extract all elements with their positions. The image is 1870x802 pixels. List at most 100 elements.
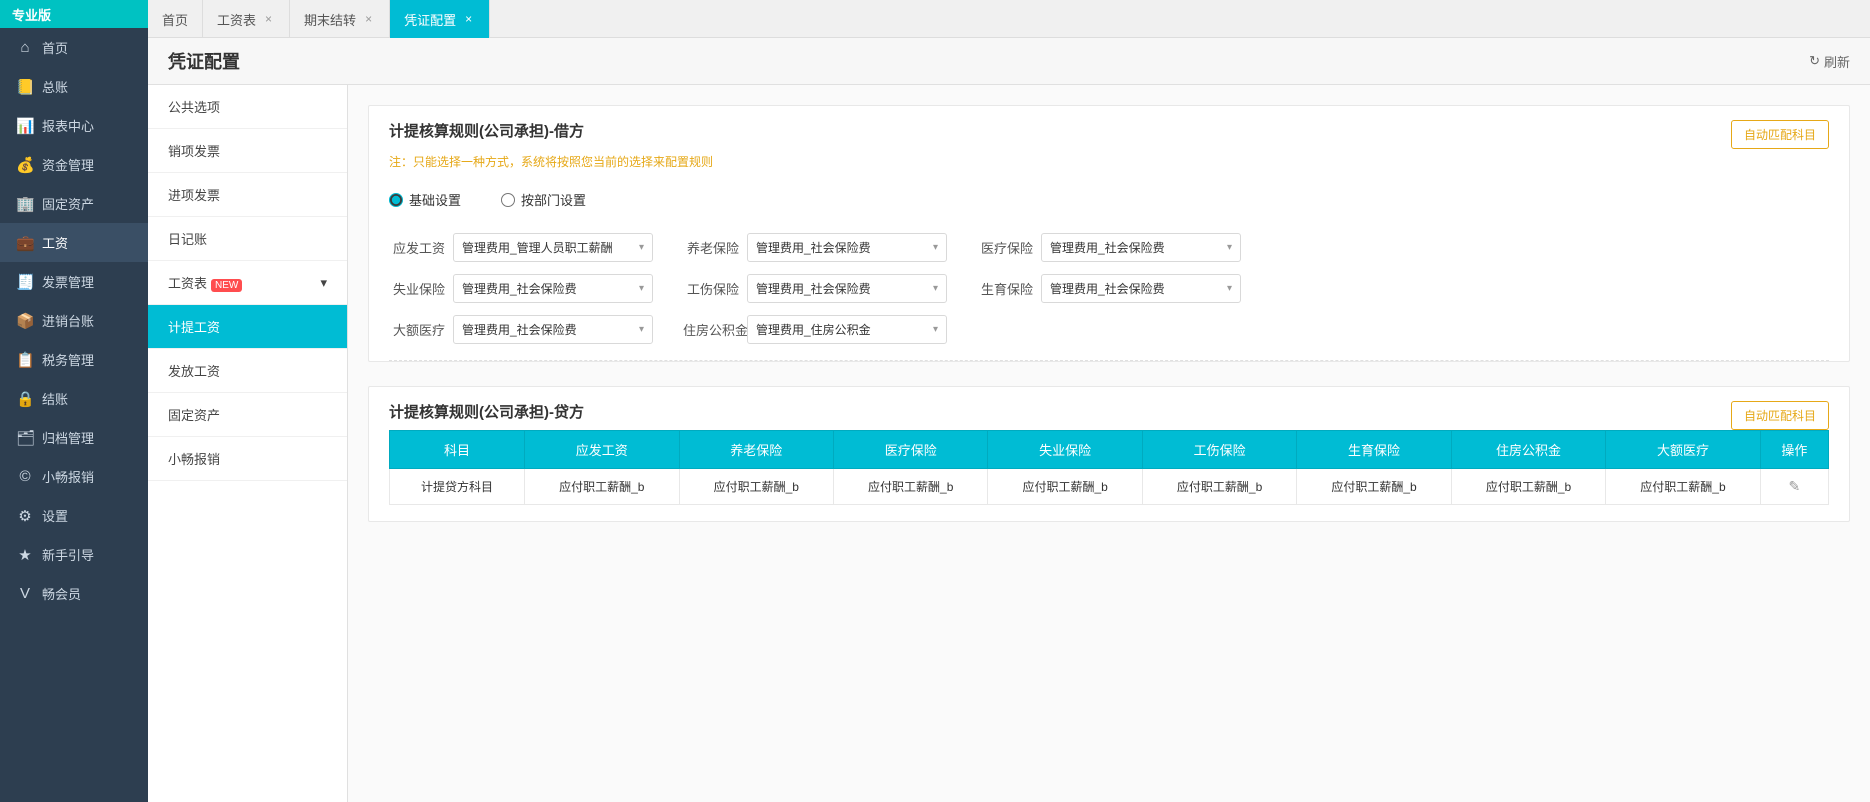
sidebar-item-home[interactable]: ⌂首页	[0, 28, 148, 67]
sidebar-label-invoice: 发票管理	[42, 272, 94, 291]
auto-match-debit-button[interactable]: 自动匹配科目	[1731, 120, 1829, 149]
section-debit-header: 计提核算规则(公司承担)-借方 自动匹配科目	[369, 106, 1849, 149]
menu-item-journal[interactable]: 日记账	[148, 217, 347, 261]
sidebar-item-close[interactable]: 🔒结账	[0, 379, 148, 418]
tab-salary-table[interactable]: 工资表 ×	[203, 0, 290, 38]
xiaochang-icon: ©	[16, 468, 34, 485]
sidebar-item-settings[interactable]: ⚙设置	[0, 496, 148, 535]
arrow-icon-salary-table-menu: ▾	[320, 275, 327, 291]
cell-action-0[interactable]: ✎	[1760, 469, 1828, 505]
sidebar-item-tax[interactable]: 📋税务管理	[0, 340, 148, 379]
main-area: 首页工资表×期末结转×凭证配置× 凭证配置 ↻ 刷新 公共选项销项发票进项发票日…	[148, 0, 1870, 802]
field-select-0-2[interactable]: 管理费用_社会保险费 ▾	[1041, 233, 1241, 262]
tab-period-close[interactable]: 期末结转 ×	[290, 0, 390, 38]
menu-item-salary-table-menu[interactable]: 工资表NEW▾	[148, 261, 347, 305]
tab-close-period-close[interactable]: ×	[362, 11, 375, 27]
field-label-2-0: 大额医疗	[389, 320, 445, 339]
form-field-1-1: 工伤保险 管理费用_社会保险费 ▾	[683, 274, 947, 303]
field-label-0-2: 医疗保险	[977, 238, 1033, 257]
tab-close-voucher-config[interactable]: ×	[462, 11, 475, 27]
menu-item-purchase-invoice[interactable]: 进项发票	[148, 173, 347, 217]
chevron-down-icon: ▾	[639, 283, 644, 294]
menu-label-fixed-assets: 固定资产	[168, 405, 220, 424]
tab-close-salary-table[interactable]: ×	[262, 11, 275, 27]
menu-label-sales-invoice: 销项发票	[168, 141, 220, 160]
sidebar-label-member: 畅会员	[42, 584, 81, 603]
menu-label-xiaochang-report: 小畅报销	[168, 449, 220, 468]
edit-icon-0[interactable]: ✎	[1788, 478, 1800, 494]
field-select-0-1[interactable]: 管理费用_社会保险费 ▾	[747, 233, 947, 262]
radio-dept-setup[interactable]: 按部门设置	[501, 190, 586, 209]
cell-value-0-0: 应付职工薪酬_b	[525, 469, 679, 505]
field-label-0-0: 应发工资	[389, 238, 445, 257]
col-header-应发工资: 应发工资	[525, 431, 679, 469]
col-header-科目: 科目	[390, 431, 525, 469]
section-debit-note: 注：只能选择一种方式，系统将按照您当前的选择来配置规则	[369, 149, 1849, 182]
col-header-医疗保险: 医疗保险	[833, 431, 987, 469]
radio-group-debit: 基础设置 按部门设置	[369, 182, 1849, 225]
tab-label-salary-table: 工资表	[217, 10, 256, 29]
sidebar-item-reports[interactable]: 📊报表中心	[0, 106, 148, 145]
cell-subject-0: 计提贷方科目	[390, 469, 525, 505]
cell-value-0-5: 应付职工薪酬_b	[1297, 469, 1451, 505]
field-select-1-2[interactable]: 管理费用_社会保险费 ▾	[1041, 274, 1241, 303]
menu-item-xiaochang-report[interactable]: 小畅报销	[148, 437, 347, 481]
invoice-icon: 🧾	[16, 273, 34, 291]
stock-icon: 📦	[16, 312, 34, 330]
guide-icon: ★	[16, 546, 34, 564]
sidebar-label-xiaochang: 小畅报销	[42, 467, 94, 486]
sidebar-item-invoice[interactable]: 🧾 发票管理	[0, 262, 148, 301]
field-select-0-0[interactable]: 管理费用_管理人员职工薪酬 ▾	[453, 233, 653, 262]
sidebar-item-xiaochang[interactable]: © 小畅报销	[0, 457, 148, 496]
left-menu: 公共选项销项发票进项发票日记账工资表NEW▾计提工资发放工资固定资产小畅报销	[148, 85, 348, 802]
menu-label-pay-salary: 发放工资	[168, 361, 220, 380]
sidebar-item-salary[interactable]: 💼工资	[0, 223, 148, 262]
page-title: 凭证配置	[168, 48, 240, 74]
sidebar-item-stock[interactable]: 📦 进销台账	[0, 301, 148, 340]
menu-item-sales-invoice[interactable]: 销项发票	[148, 129, 347, 173]
salary-icon: 💼	[16, 234, 34, 252]
home-icon: ⌂	[16, 39, 34, 56]
tab-voucher-config[interactable]: 凭证配置×	[390, 0, 490, 38]
close-icon: 🔒	[16, 390, 34, 408]
field-label-2-1: 住房公积金	[683, 320, 739, 339]
tab-label-period-close: 期末结转	[304, 10, 356, 29]
sidebar-item-guide[interactable]: ★ 新手引导	[0, 535, 148, 574]
auto-match-credit-button[interactable]: 自动匹配科目	[1731, 401, 1829, 430]
ledger-icon: 📒	[16, 78, 34, 96]
sidebar-item-funds[interactable]: 💰资金管理	[0, 145, 148, 184]
field-select-2-1[interactable]: 管理费用_住房公积金 ▾	[747, 315, 947, 344]
tab-home[interactable]: 首页	[148, 0, 203, 38]
form-row-0: 应发工资 管理费用_管理人员职工薪酬 ▾ 养老保险 管理费用_社会保险费 ▾ 医…	[389, 233, 1829, 262]
tab-bar: 首页工资表×期末结转×凭证配置×	[148, 0, 1870, 38]
menu-item-calc-salary[interactable]: 计提工资	[148, 305, 347, 349]
refresh-button[interactable]: ↻ 刷新	[1809, 52, 1850, 71]
sidebar-item-ledger[interactable]: 📒总账	[0, 67, 148, 106]
form-field-1-2: 生育保险 管理费用_社会保险费 ▾	[977, 274, 1241, 303]
menu-item-pay-salary[interactable]: 发放工资	[148, 349, 347, 393]
menu-item-public-options[interactable]: 公共选项	[148, 85, 347, 129]
field-label-1-0: 失业保险	[389, 279, 445, 298]
sidebar-label-tax: 税务管理	[42, 350, 94, 369]
sidebar-label-guide: 新手引导	[42, 545, 94, 564]
table-row-0: 计提贷方科目应付职工薪酬_b应付职工薪酬_b应付职工薪酬_b应付职工薪酬_b应付…	[390, 469, 1829, 505]
radio-basic-setup[interactable]: 基础设置	[389, 190, 461, 209]
right-content: 计提核算规则(公司承担)-借方 自动匹配科目 注：只能选择一种方式，系统将按照您…	[348, 85, 1870, 802]
field-select-1-0[interactable]: 管理费用_社会保险费 ▾	[453, 274, 653, 303]
form-row-1: 失业保险 管理费用_社会保险费 ▾ 工伤保险 管理费用_社会保险费 ▾ 生育保险…	[389, 274, 1829, 303]
sidebar-label-reports: 报表中心	[42, 116, 94, 135]
menu-label-purchase-invoice: 进项发票	[168, 185, 220, 204]
field-select-1-1[interactable]: 管理费用_社会保险费 ▾	[747, 274, 947, 303]
cell-value-0-4: 应付职工薪酬_b	[1142, 469, 1296, 505]
sidebar-item-member[interactable]: V畅会员	[0, 574, 148, 613]
sidebar-label-stock: 进销台账	[42, 311, 94, 330]
cell-value-0-1: 应付职工薪酬_b	[679, 469, 833, 505]
menu-label-journal: 日记账	[168, 229, 207, 248]
menu-item-fixed-assets[interactable]: 固定资产	[148, 393, 347, 437]
sidebar-item-assets[interactable]: 🏢固定资产	[0, 184, 148, 223]
form-field-0-1: 养老保险 管理费用_社会保险费 ▾	[683, 233, 947, 262]
col-header-大额医疗: 大额医疗	[1606, 431, 1760, 469]
field-select-2-0[interactable]: 管理费用_社会保险费 ▾	[453, 315, 653, 344]
sidebar-item-archive[interactable]: 🗂归档管理	[0, 418, 148, 457]
page-header: 凭证配置 ↻ 刷新	[148, 38, 1870, 85]
